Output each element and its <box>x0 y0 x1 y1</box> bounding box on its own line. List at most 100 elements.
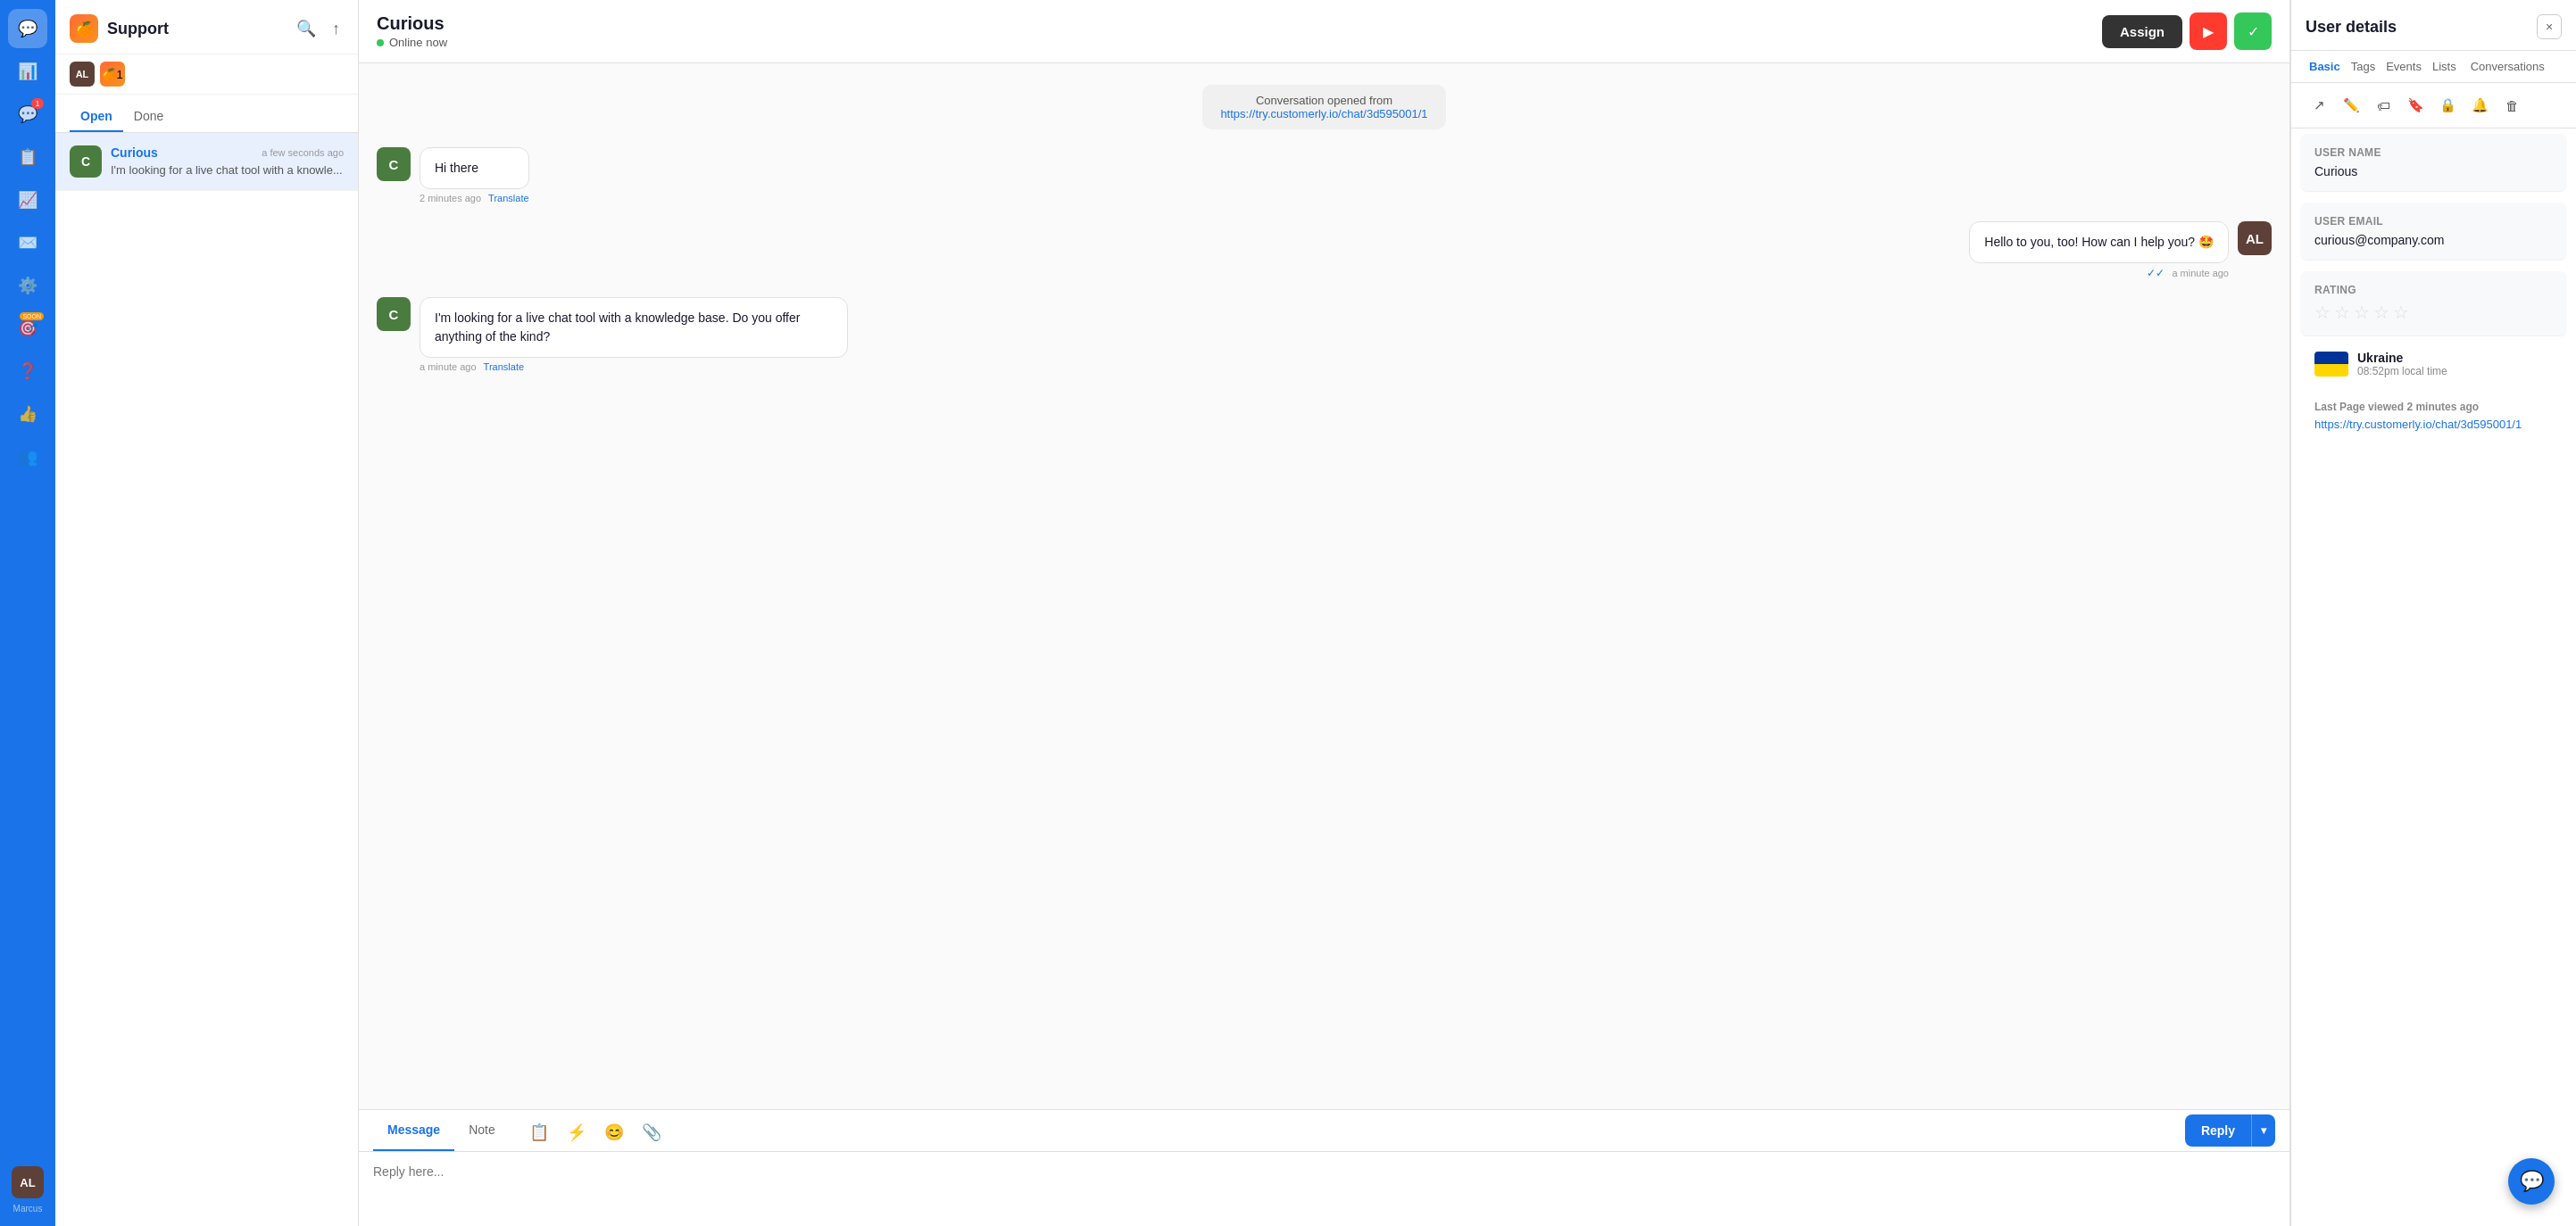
nav-icon-book[interactable]: 📋 <box>8 137 47 177</box>
user-details-panel: User details × Basic Tags Events Lists C… <box>2290 0 2576 1226</box>
external-link-button[interactable]: ↗ <box>2306 92 2332 119</box>
conv-preview: I'm looking for a live chat tool with a … <box>111 163 344 177</box>
ud-tab-lists[interactable]: Lists <box>2429 58 2460 75</box>
conversation-list: C Curious a few seconds ago I'm looking … <box>55 133 358 1226</box>
delete-button[interactable]: 🗑 <box>2498 92 2525 119</box>
ud-tab-events[interactable]: Events <box>2382 58 2425 75</box>
chat-header-info: Curious Online now <box>377 13 2091 49</box>
nav-icon-thumbs[interactable]: 👍 <box>8 394 47 434</box>
star-1[interactable]: ☆ <box>2314 302 2331 323</box>
msg-meta-3: a minute ago Translate <box>420 361 848 372</box>
nav-icon-target[interactable]: 🎯 SOON <box>8 309 47 348</box>
conv-time: a few seconds ago <box>262 147 344 158</box>
nav-icon-filter[interactable]: ⚙️ <box>8 266 47 305</box>
msg-bubble-3: I'm looking for a live chat tool with a … <box>420 297 848 358</box>
msg-content-2: Hello to you, too! How can I help you? 🤩… <box>1969 221 2229 279</box>
nav-icon-users[interactable]: 👥 <box>8 437 47 476</box>
msg-content-1: Hi there 2 minutes ago Translate <box>420 147 529 203</box>
tag-user-button[interactable]: 🏷 <box>2370 92 2397 119</box>
canned-responses-button[interactable]: 📋 <box>524 1117 554 1147</box>
chat-status: Online now <box>377 36 2091 49</box>
message-row-3: C I'm looking for a live chat tool with … <box>377 297 2272 372</box>
nav-icon-mail[interactable]: ✉️ <box>8 223 47 262</box>
username-section: User name Curious <box>2300 134 2567 192</box>
reply-tab-message[interactable]: Message <box>373 1110 454 1151</box>
nav-icon-stats[interactable]: 📊 <box>8 52 47 91</box>
nav-user-label: Marcus <box>13 1204 43 1214</box>
location-row: Ukraine 08:52pm local time <box>2300 342 2567 386</box>
msg-avatar-3: C <box>377 297 411 331</box>
reply-send-button[interactable]: Reply ▾ <box>2185 1114 2275 1147</box>
translate-link-1[interactable]: Translate <box>488 193 528 203</box>
reply-tabs: Message Note 📋 ⚡ 😊 📎 Reply ▾ <box>359 1110 2289 1152</box>
nav-icon-help[interactable]: ❓ <box>8 352 47 391</box>
ud-tab-basic[interactable]: Basic <box>2306 58 2344 75</box>
system-link[interactable]: https://try.customerly.io/chat/3d595001/… <box>1220 107 1427 120</box>
user-details-close-button[interactable]: × <box>2537 14 2562 39</box>
attachment-button[interactable]: 📎 <box>636 1117 667 1147</box>
last-page-label: Last Page viewed 2 minutes ago <box>2314 401 2553 413</box>
useremail-section: User email curious@company.com <box>2300 203 2567 261</box>
chat-fab-button[interactable]: 💬 <box>2508 1158 2555 1205</box>
location-info: Ukraine 08:52pm local time <box>2357 351 2447 377</box>
star-4[interactable]: ☆ <box>2373 302 2389 323</box>
msg-bubble-2: Hello to you, too! How can I help you? 🤩 <box>1969 221 2229 263</box>
reply-toolbar: 📋 ⚡ 😊 📎 <box>517 1114 674 1147</box>
target-badge: SOON <box>20 312 44 320</box>
translate-link-3[interactable]: Translate <box>484 361 524 372</box>
nav-bar: 💬 📊 💬 1 📋 📈 ✉️ ⚙️ 🎯 SOON ❓ 👍 👥 AL Marcus <box>0 0 55 1226</box>
message-row-1: C Hi there 2 minutes ago Translate <box>377 147 2272 203</box>
system-message: Conversation opened from https://try.cus… <box>1202 85 1445 129</box>
nav-icon-chat[interactable]: 💬 <box>8 9 47 48</box>
edit-button[interactable]: ✏️ <box>2338 92 2364 119</box>
messages-area: Conversation opened from https://try.cus… <box>359 63 2289 1109</box>
sidebar-sort-button[interactable]: ↑ <box>328 16 344 42</box>
username-value: Curious <box>2314 164 2553 178</box>
emoji-button[interactable]: 😊 <box>599 1117 629 1147</box>
msg-bubble-1: Hi there <box>420 147 529 189</box>
rating-section: Rating ☆ ☆ ☆ ☆ ☆ <box>2300 271 2567 336</box>
star-2[interactable]: ☆ <box>2334 302 2350 323</box>
ud-tab-tags[interactable]: Tags <box>2347 58 2379 75</box>
sidebar: 🍊 Support 🔍 ↑ AL 🍊 1 Open Done C Curious… <box>55 0 359 1226</box>
msg-avatar-1: C <box>377 147 411 181</box>
sidebar-header: 🍊 Support 🔍 ↑ <box>55 0 358 54</box>
video-button[interactable]: ▶ <box>2190 12 2227 50</box>
nav-icon-chart[interactable]: 📈 <box>8 180 47 220</box>
reply-area: Message Note 📋 ⚡ 😊 📎 Reply ▾ <box>359 1109 2289 1226</box>
chat-main: Curious Online now Assign ▶ ✓ Conversati… <box>359 0 2290 1226</box>
location-name: Ukraine <box>2357 351 2447 365</box>
assign-button[interactable]: Assign <box>2102 15 2182 48</box>
msg-time-2: a minute ago <box>2172 268 2229 278</box>
reply-tab-note[interactable]: Note <box>454 1110 510 1151</box>
brand-icon: 🍊 <box>70 14 98 43</box>
sidebar-search-button[interactable]: 🔍 <box>293 15 320 42</box>
tag-action-button[interactable]: 🔖 <box>2402 92 2429 119</box>
sidebar-tab-open[interactable]: Open <box>70 102 123 132</box>
conversation-item[interactable]: C Curious a few seconds ago I'm looking … <box>55 133 358 191</box>
nav-icon-inbox[interactable]: 💬 1 <box>8 95 47 134</box>
lightning-icon: ⚡ <box>567 1122 586 1142</box>
reply-dropdown-arrow[interactable]: ▾ <box>2252 1115 2275 1146</box>
sidebar-avatar-al[interactable]: AL <box>70 62 95 87</box>
done-button[interactable]: ✓ <box>2234 12 2272 50</box>
sidebar-avatar-pic[interactable]: 🍊 1 <box>100 62 125 87</box>
rating-label: Rating <box>2314 284 2553 296</box>
msg-time-3: a minute ago <box>420 361 477 372</box>
conv-avatar: C <box>70 145 102 178</box>
last-page-link[interactable]: https://try.customerly.io/chat/3d595001/… <box>2314 418 2522 431</box>
nav-user-avatar[interactable]: AL <box>12 1166 44 1198</box>
ud-tab-conversations[interactable]: Conversations <box>2467 58 2548 75</box>
quick-reply-button[interactable]: ⚡ <box>561 1117 592 1147</box>
chat-header-actions: Assign ▶ ✓ <box>2102 12 2272 50</box>
lock-button[interactable]: 🔒 <box>2434 92 2461 119</box>
location-time: 08:52pm local time <box>2357 365 2447 377</box>
mute-button[interactable]: 🔔 <box>2466 92 2493 119</box>
star-5[interactable]: ☆ <box>2393 302 2409 323</box>
conv-name: Curious <box>111 145 158 160</box>
status-dot <box>377 39 384 46</box>
canned-icon: 📋 <box>529 1122 549 1142</box>
reply-input[interactable] <box>359 1152 2289 1223</box>
sidebar-tab-done[interactable]: Done <box>123 102 174 132</box>
star-3[interactable]: ☆ <box>2354 302 2370 323</box>
